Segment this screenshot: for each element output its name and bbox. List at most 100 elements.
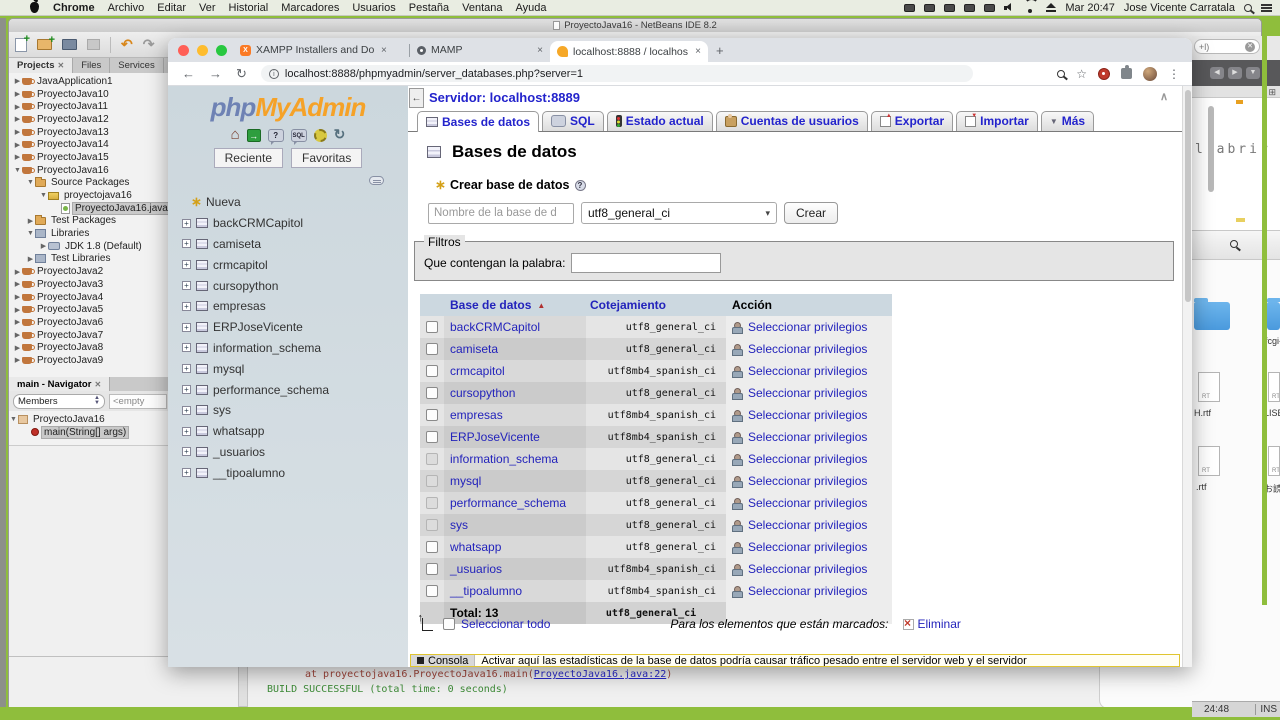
check-privileges-link[interactable]: Seleccionar privilegios [748,474,867,488]
back-icon[interactable]: ← [182,66,195,81]
new-file-icon[interactable] [15,33,30,52]
expander-icon[interactable]: ▼ [9,416,18,423]
expander-icon[interactable]: ▶ [26,217,35,225]
select-all-link[interactable]: Seleccionar todo [461,617,550,631]
navigator-members-tree[interactable]: ▼ ProyectoJava16 main(String[] args) [9,411,171,445]
quick-button-reciente[interactable]: Reciente [213,148,283,168]
expand-icon[interactable]: + [182,343,191,353]
expander-icon[interactable]: ▶ [13,356,22,364]
navigator-members-select[interactable]: Members ▲ ▼ [13,393,105,409]
menu-ver[interactable]: Ver [199,2,216,14]
tab-sql[interactable]: SQL [542,111,604,131]
delete-link[interactable]: Eliminar [918,617,961,631]
database-link[interactable]: sys [450,518,468,532]
nav-item-database[interactable]: + performance_schema [182,379,408,400]
scrollbar-thumb[interactable] [1208,106,1214,192]
expander-icon[interactable]: ▶ [26,255,35,263]
menu-editar[interactable]: Editar [157,2,186,14]
save-all-icon[interactable] [87,39,100,50]
nav-item-database[interactable]: + whatsapp [182,421,408,442]
folder-icon[interactable] [1267,298,1280,330]
new-tab-button[interactable]: + [716,43,724,58]
database-link[interactable]: __tipoalumno [450,584,522,598]
clear-search-icon[interactable]: ✕ [1245,41,1255,52]
dropdown-icon[interactable]: ▼ [1246,67,1260,79]
expander-icon[interactable]: ▼ [26,179,35,186]
expander-icon[interactable]: ▶ [13,153,22,161]
help-icon[interactable]: ? [267,128,284,145]
address-bar[interactable]: i localhost:8888/phpmyadmin/server_datab… [260,65,973,82]
tree-item[interactable]: ▼ Libraries [9,227,171,240]
search-icon[interactable] [1230,240,1238,248]
row-checkbox[interactable] [426,431,438,443]
zoom-window-button[interactable] [216,45,227,56]
expander-icon[interactable]: ▶ [13,268,22,276]
expander-icon[interactable]: ▶ [13,306,22,314]
check-privileges-link[interactable]: Seleccionar privilegios [748,364,867,378]
database-link[interactable]: _usuarios [450,562,502,576]
expander-icon[interactable]: ▼ [13,167,22,174]
new-project-icon[interactable] [37,34,55,50]
open-project-icon[interactable] [62,39,77,50]
tree-item[interactable]: ▶ JDK 1.8 (Default) [9,240,171,253]
nav-item-database[interactable]: + ERPJoseVicente [182,317,408,338]
settings-icon[interactable] [313,128,327,142]
tree-item[interactable]: ▶ ProyectoJava10 [9,88,171,101]
nav-panel-toggle[interactable]: ← [409,88,424,108]
check-privileges-link[interactable]: Seleccionar privilegios [748,562,867,576]
tree-item[interactable]: ▶ Test Packages [9,214,171,228]
expand-icon[interactable]: + [182,301,191,311]
row-checkbox[interactable] [426,321,438,333]
check-privileges-link[interactable]: Seleccionar privilegios [748,518,867,532]
profile-avatar[interactable] [1143,66,1157,81]
stacktrace-link[interactable]: ProyectoJava16.java:22 [534,669,666,680]
expander-icon[interactable]: ▶ [13,141,22,149]
expander-icon[interactable]: ▶ [13,344,22,352]
console-bar[interactable]: Consola Activar aquí las estadísticas de… [410,654,1180,667]
expand-icon[interactable]: + [182,447,191,457]
rtf-file-icon[interactable] [1268,372,1280,402]
nav-item-database[interactable]: + sys [182,400,408,421]
tree-item[interactable]: ▶ ProyectoJava14 [9,138,171,151]
navigator-member-row[interactable]: main(String[] args) [9,425,171,439]
database-link[interactable]: information_schema [450,452,558,466]
menu-marcadores[interactable]: Marcadores [281,2,339,14]
panel-tab-services[interactable]: Services [110,58,164,73]
camera-icon[interactable] [904,3,916,12]
apple-menu-icon[interactable] [30,2,39,13]
panel-tab-projects[interactable]: Projects ✕ [9,58,74,73]
check-privileges-link[interactable]: Seleccionar privilegios [748,496,867,510]
database-link[interactable]: camiseta [450,342,498,356]
expand-icon[interactable]: + [182,468,191,478]
close-tab-icon[interactable]: × [381,45,387,56]
close-icon[interactable]: ✕ [58,61,65,70]
tab-más[interactable]: ▼ Más [1040,111,1095,131]
tree-item[interactable]: ▶ ProyectoJava12 [9,113,171,126]
tree-item[interactable]: ▶ ProyectoJava5 [9,303,171,316]
row-checkbox[interactable] [426,541,438,553]
phpmyadmin-logo[interactable]: phpMyAdmin [168,92,408,123]
database-link[interactable]: mysql [450,474,481,488]
rtf-file-icon[interactable] [1198,372,1220,402]
tree-item[interactable]: ▶ ProyectoJava6 [9,316,171,329]
browser-tab[interactable]: X XAMPP Installers and Downloa × [233,38,409,62]
filter-input[interactable] [571,253,722,273]
check-privileges-link[interactable]: Seleccionar privilegios [748,386,867,400]
tree-item[interactable]: ▶ ProyectoJava2 [9,265,171,278]
home-icon[interactable] [231,126,240,144]
display-icon[interactable] [924,3,936,12]
nav-item-database[interactable]: + empresas [182,296,408,317]
check-privileges-link[interactable]: Seleccionar privilegios [748,430,867,444]
expander-icon[interactable]: ▶ [13,318,22,326]
eject-icon[interactable] [1046,3,1057,12]
close-tab-icon[interactable]: × [695,46,701,57]
quick-button-favoritas[interactable]: Favoritas [291,148,363,168]
database-link[interactable]: empresas [450,408,503,422]
expand-icon[interactable]: + [182,364,191,374]
expand-icon[interactable]: + [182,322,191,332]
airplay-icon[interactable] [984,3,996,12]
expander-icon[interactable]: ▶ [13,77,22,85]
reload-icon[interactable]: ↻ [236,66,247,82]
tree-item[interactable]: ▼ ProyectoJava16 [9,164,171,177]
select-all-checkbox[interactable] [443,618,455,630]
